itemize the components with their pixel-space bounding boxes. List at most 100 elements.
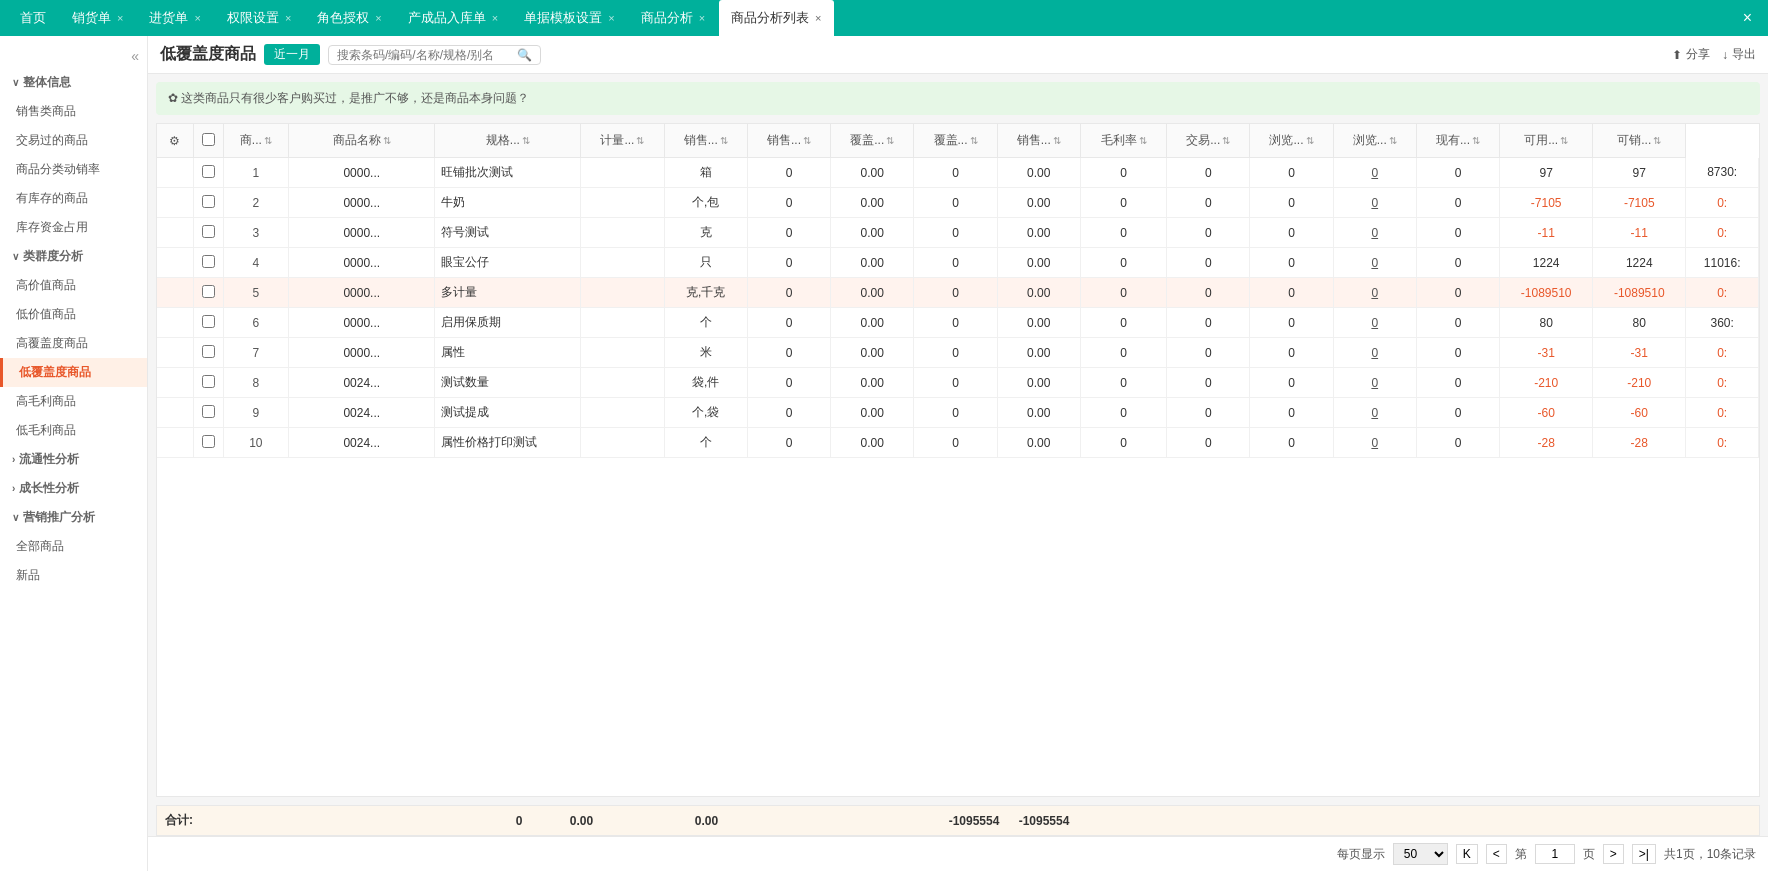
- tab-order-template[interactable]: 单据模板设置 ×: [512, 0, 626, 36]
- col-header-coverage2[interactable]: 覆盖...⇅: [914, 124, 997, 158]
- row-checkbox-cell[interactable]: [193, 248, 223, 278]
- close-icon[interactable]: ×: [815, 12, 821, 24]
- col-header-sales-val[interactable]: 销售...⇅: [997, 124, 1080, 158]
- tab-product-analysis-list[interactable]: 商品分析列表 ×: [719, 0, 833, 36]
- sidebar-group-cluster[interactable]: ∨ 类群度分析: [0, 242, 147, 271]
- row-browse1[interactable]: 0: [1333, 338, 1416, 368]
- sidebar-item-sales-goods[interactable]: 销售类商品: [0, 97, 147, 126]
- col-header-browse2[interactable]: 浏览...⇅: [1333, 124, 1416, 158]
- share-button[interactable]: ⬆ 分享: [1672, 46, 1710, 63]
- tab-sales-order[interactable]: 销货单 ×: [60, 0, 135, 36]
- sidebar-item-traded-goods[interactable]: 交易过的商品: [0, 126, 147, 155]
- row-browse1[interactable]: 0: [1333, 158, 1416, 188]
- close-icon[interactable]: ×: [117, 12, 123, 24]
- tab-product-inbound[interactable]: 产成品入库单 ×: [396, 0, 510, 36]
- row-checkbox-cell[interactable]: [193, 308, 223, 338]
- sidebar-item-all-goods[interactable]: 全部商品: [0, 532, 147, 561]
- row-checkbox[interactable]: [202, 255, 215, 268]
- sidebar-item-stocked-goods[interactable]: 有库存的商品: [0, 184, 147, 213]
- sidebar-item-low-margin[interactable]: 低毛利商品: [0, 416, 147, 445]
- close-icon[interactable]: ×: [285, 12, 291, 24]
- close-icon[interactable]: ×: [194, 12, 200, 24]
- row-checkbox-cell[interactable]: [193, 338, 223, 368]
- col-header-stock-now[interactable]: 现有...⇅: [1416, 124, 1499, 158]
- row-checkbox[interactable]: [202, 345, 215, 358]
- sidebar-item-category-turnover[interactable]: 商品分类动销率: [0, 155, 147, 184]
- prev-page-button[interactable]: <: [1486, 844, 1507, 864]
- row-spec: [581, 188, 664, 218]
- settings-column-header[interactable]: ⚙: [157, 124, 193, 158]
- col-header-code[interactable]: 商...⇅: [223, 124, 289, 158]
- close-icon[interactable]: ×: [492, 12, 498, 24]
- search-input[interactable]: [337, 48, 517, 62]
- row-sales-count: 0: [747, 158, 830, 188]
- sidebar-item-new-goods[interactable]: 新品: [0, 561, 147, 590]
- next-page-button[interactable]: >: [1603, 844, 1624, 864]
- col-header-stock-avail[interactable]: 可用...⇅: [1500, 124, 1593, 158]
- close-all-button[interactable]: ×: [1735, 9, 1760, 27]
- row-sales-val: 0: [1080, 398, 1166, 428]
- row-checkbox[interactable]: [202, 375, 215, 388]
- row-checkbox[interactable]: [202, 405, 215, 418]
- search-icon[interactable]: 🔍: [517, 48, 532, 62]
- page-number-input[interactable]: [1535, 844, 1575, 864]
- col-header-trade[interactable]: 交易...⇅: [1167, 124, 1250, 158]
- row-checkbox[interactable]: [202, 195, 215, 208]
- per-page-select[interactable]: 50 20 100 200: [1393, 843, 1448, 865]
- col-header-browse1[interactable]: 浏览...⇅: [1250, 124, 1333, 158]
- sidebar-group-liquidity[interactable]: › 流通性分析: [0, 445, 147, 474]
- sidebar-collapse-button[interactable]: «: [131, 48, 139, 64]
- tab-home[interactable]: 首页: [8, 0, 58, 36]
- sidebar-group-overall[interactable]: ∨ 整体信息: [0, 68, 147, 97]
- tab-purchase-order[interactable]: 进货单 ×: [137, 0, 212, 36]
- sidebar-item-high-margin[interactable]: 高毛利商品: [0, 387, 147, 416]
- row-checkbox-cell[interactable]: [193, 188, 223, 218]
- row-checkbox-cell[interactable]: [193, 218, 223, 248]
- row-checkbox-cell[interactable]: [193, 428, 223, 458]
- row-stock-sell: 0:: [1686, 368, 1759, 398]
- sidebar-group-growth[interactable]: › 成长性分析: [0, 474, 147, 503]
- sidebar-item-low-coverage[interactable]: 低覆盖度商品: [0, 358, 147, 387]
- sidebar-item-high-coverage[interactable]: 高覆盖度商品: [0, 329, 147, 358]
- row-checkbox-cell[interactable]: [193, 158, 223, 188]
- select-all-checkbox[interactable]: [202, 133, 215, 146]
- row-checkbox[interactable]: [202, 225, 215, 238]
- export-button[interactable]: ↓ 导出: [1722, 46, 1756, 63]
- row-browse1[interactable]: 0: [1333, 308, 1416, 338]
- sidebar-item-stock-capital[interactable]: 库存资金占用: [0, 213, 147, 242]
- col-header-unit[interactable]: 计量...⇅: [581, 124, 664, 158]
- sidebar-group-marketing[interactable]: ∨ 营销推广分析: [0, 503, 147, 532]
- period-button[interactable]: 近一月: [264, 44, 320, 65]
- row-checkbox-cell[interactable]: [193, 278, 223, 308]
- row-browse1[interactable]: 0: [1333, 218, 1416, 248]
- tab-permission-settings[interactable]: 权限设置 ×: [215, 0, 303, 36]
- close-icon[interactable]: ×: [608, 12, 614, 24]
- col-header-margin[interactable]: 毛利率⇅: [1080, 124, 1166, 158]
- tab-product-analysis[interactable]: 商品分析 ×: [629, 0, 717, 36]
- sidebar-item-low-value[interactable]: 低价值商品: [0, 300, 147, 329]
- row-browse1[interactable]: 0: [1333, 248, 1416, 278]
- sidebar-item-high-value[interactable]: 高价值商品: [0, 271, 147, 300]
- row-browse1[interactable]: 0: [1333, 188, 1416, 218]
- row-checkbox-cell[interactable]: [193, 398, 223, 428]
- row-browse1[interactable]: 0: [1333, 428, 1416, 458]
- col-header-sales-amount[interactable]: 销售...⇅: [747, 124, 830, 158]
- col-header-name[interactable]: 商品名称⇅: [289, 124, 435, 158]
- close-icon[interactable]: ×: [699, 12, 705, 24]
- row-checkbox[interactable]: [202, 285, 215, 298]
- row-browse1[interactable]: 0: [1333, 278, 1416, 308]
- row-checkbox-cell[interactable]: [193, 368, 223, 398]
- col-header-sales-count[interactable]: 销售...⇅: [664, 124, 747, 158]
- tab-role-auth[interactable]: 角色授权 ×: [305, 0, 393, 36]
- col-header-stock-sell[interactable]: 可销...⇅: [1593, 124, 1686, 158]
- row-checkbox[interactable]: [202, 315, 215, 328]
- close-icon[interactable]: ×: [375, 12, 381, 24]
- col-header-spec[interactable]: 规格...⇅: [435, 124, 581, 158]
- last-page-button[interactable]: >|: [1632, 844, 1656, 864]
- row-checkbox[interactable]: [202, 165, 215, 178]
- row-browse1[interactable]: 0: [1333, 368, 1416, 398]
- col-header-coverage1[interactable]: 覆盖...⇅: [831, 124, 914, 158]
- row-checkbox[interactable]: [202, 435, 215, 448]
- first-page-button[interactable]: K: [1456, 844, 1478, 864]
- row-browse1[interactable]: 0: [1333, 398, 1416, 428]
